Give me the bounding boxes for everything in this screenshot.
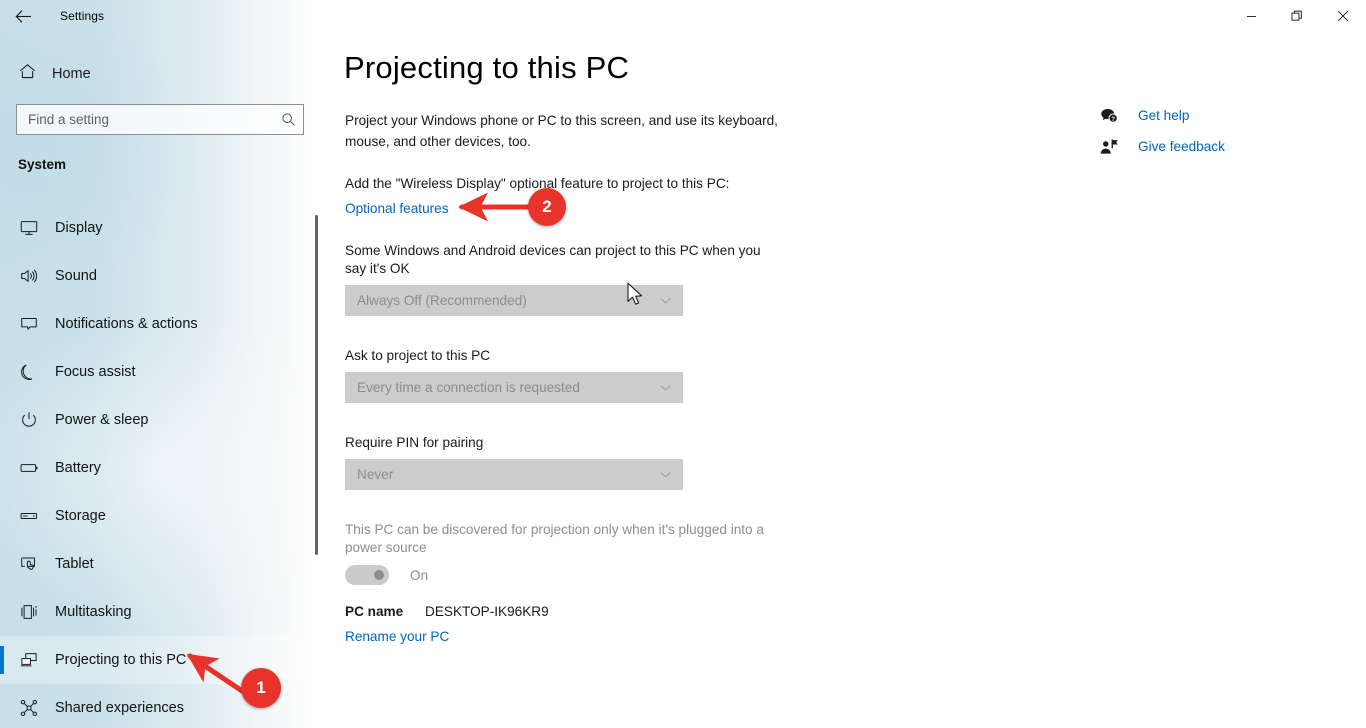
setting-label-require-pin: Require PIN for pairing bbox=[345, 435, 484, 450]
sidebar-section-title: System bbox=[18, 157, 67, 172]
chevron-down-icon bbox=[648, 468, 682, 481]
title-bar: Settings bbox=[0, 0, 1366, 32]
power-icon bbox=[18, 409, 40, 431]
sidebar-item-sound[interactable]: Sound bbox=[0, 252, 320, 300]
intro-text: Project your Windows phone or PC to this… bbox=[345, 113, 778, 149]
sidebar-item-projecting-to-this-pc-label: Projecting to this PC bbox=[55, 652, 187, 668]
sidebar-item-tablet[interactable]: Tablet bbox=[0, 540, 320, 588]
battery-icon bbox=[18, 457, 40, 479]
minimize-icon bbox=[1246, 15, 1256, 17]
sidebar-item-focus-assist[interactable]: Focus assist bbox=[0, 348, 320, 396]
moon-icon bbox=[18, 361, 40, 383]
projecting-icon bbox=[18, 649, 40, 671]
home-icon bbox=[18, 62, 37, 86]
get-help-label: Get help bbox=[1138, 108, 1190, 123]
get-help-link[interactable]: ? Get help bbox=[1098, 100, 1338, 131]
sidebar-nav-list: Display Sound Notifications & actions Fo… bbox=[0, 204, 320, 728]
sidebar-item-notifications-actions[interactable]: Notifications & actions bbox=[0, 300, 320, 348]
sidebar-item-battery-label: Battery bbox=[55, 460, 101, 476]
sidebar-item-power-sleep-label: Power & sleep bbox=[55, 412, 149, 428]
dropdown-require-pin-value: Never bbox=[357, 467, 394, 482]
power-source-toggle-label: On bbox=[410, 567, 429, 583]
sidebar-scrollbar[interactable] bbox=[315, 215, 318, 555]
close-icon bbox=[1337, 10, 1349, 22]
power-source-toggle-wrap[interactable]: On bbox=[345, 565, 428, 585]
speaker-icon bbox=[18, 265, 40, 287]
annotation-badge-1: 1 bbox=[241, 668, 281, 708]
feedback-person-icon bbox=[1098, 138, 1120, 156]
sidebar-item-multitasking[interactable]: Multitasking bbox=[0, 588, 320, 636]
sidebar-item-battery[interactable]: Battery bbox=[0, 444, 320, 492]
help-bubble-icon: ? bbox=[1098, 107, 1120, 125]
setting-label-ask-to-project: Ask to project to this PC bbox=[345, 348, 491, 363]
setting-label-project-permission: Some Windows and Android devices can pro… bbox=[345, 243, 761, 276]
storage-icon bbox=[18, 505, 40, 527]
restore-icon bbox=[1291, 10, 1302, 21]
sidebar-item-power-sleep[interactable]: Power & sleep bbox=[0, 396, 320, 444]
sidebar-item-tablet-label: Tablet bbox=[55, 556, 94, 572]
add-feature-text: Add the "Wireless Display" optional feat… bbox=[345, 176, 730, 191]
dropdown-ask-to-project-value: Every time a connection is requested bbox=[357, 380, 580, 395]
chevron-down-icon bbox=[648, 294, 682, 307]
help-links: ? Get help Give feedback bbox=[1098, 100, 1338, 162]
search-input[interactable] bbox=[17, 105, 273, 134]
toggle-knob bbox=[374, 570, 384, 580]
sidebar-item-storage-label: Storage bbox=[55, 508, 106, 524]
chevron-down-icon bbox=[648, 381, 682, 394]
sidebar-item-display-label: Display bbox=[55, 220, 103, 236]
pc-name-value: DESKTOP-IK96KR9 bbox=[425, 604, 549, 619]
power-source-toggle[interactable] bbox=[345, 565, 389, 585]
pc-name-label: PC name bbox=[345, 604, 404, 619]
back-button[interactable] bbox=[0, 0, 46, 32]
give-feedback-link[interactable]: Give feedback bbox=[1098, 131, 1338, 162]
dropdown-ask-to-project[interactable]: Every time a connection is requested bbox=[345, 372, 683, 403]
window-title: Settings bbox=[60, 9, 105, 23]
back-arrow-icon bbox=[14, 9, 31, 23]
sidebar-item-focus-assist-label: Focus assist bbox=[55, 364, 136, 380]
sidebar: Home System Displ bbox=[0, 0, 320, 728]
sidebar-item-notifications-actions-label: Notifications & actions bbox=[55, 316, 198, 332]
search-box[interactable] bbox=[16, 104, 304, 135]
sidebar-item-home-label: Home bbox=[52, 66, 91, 82]
restore-button[interactable] bbox=[1274, 0, 1320, 32]
annotation-badge-2: 2 bbox=[528, 188, 566, 226]
svg-text:?: ? bbox=[1111, 116, 1115, 122]
sidebar-item-shared-experiences-label: Shared experiences bbox=[55, 700, 184, 716]
give-feedback-label: Give feedback bbox=[1138, 139, 1225, 154]
close-button[interactable] bbox=[1320, 0, 1366, 32]
power-source-label: This PC can be discovered for projection… bbox=[345, 522, 764, 555]
monitor-icon bbox=[18, 217, 40, 239]
window-controls bbox=[1228, 0, 1366, 32]
multitasking-icon bbox=[18, 601, 40, 623]
sidebar-item-sound-label: Sound bbox=[55, 268, 97, 284]
tablet-icon bbox=[18, 553, 40, 575]
notification-icon bbox=[18, 313, 40, 335]
main-content: Projecting to this PC Project your Windo… bbox=[320, 0, 1366, 728]
page-title: Projecting to this PC bbox=[344, 50, 630, 85]
pc-name-row: PC name DESKTOP-IK96KR9 bbox=[345, 604, 549, 619]
search-icon bbox=[273, 112, 303, 127]
sidebar-item-home[interactable]: Home bbox=[0, 56, 320, 92]
mouse-cursor bbox=[627, 282, 643, 305]
sidebar-item-storage[interactable]: Storage bbox=[0, 492, 320, 540]
rename-pc-link[interactable]: Rename your PC bbox=[345, 629, 449, 644]
dropdown-project-permission-value: Always Off (Recommended) bbox=[357, 293, 527, 308]
shared-experiences-icon bbox=[18, 697, 40, 719]
sidebar-item-multitasking-label: Multitasking bbox=[55, 604, 132, 620]
settings-window: Home System Displ bbox=[0, 0, 1366, 728]
dropdown-require-pin[interactable]: Never bbox=[345, 459, 683, 490]
optional-features-link[interactable]: Optional features bbox=[345, 201, 449, 216]
sidebar-item-display[interactable]: Display bbox=[0, 204, 320, 252]
minimize-button[interactable] bbox=[1228, 0, 1274, 32]
